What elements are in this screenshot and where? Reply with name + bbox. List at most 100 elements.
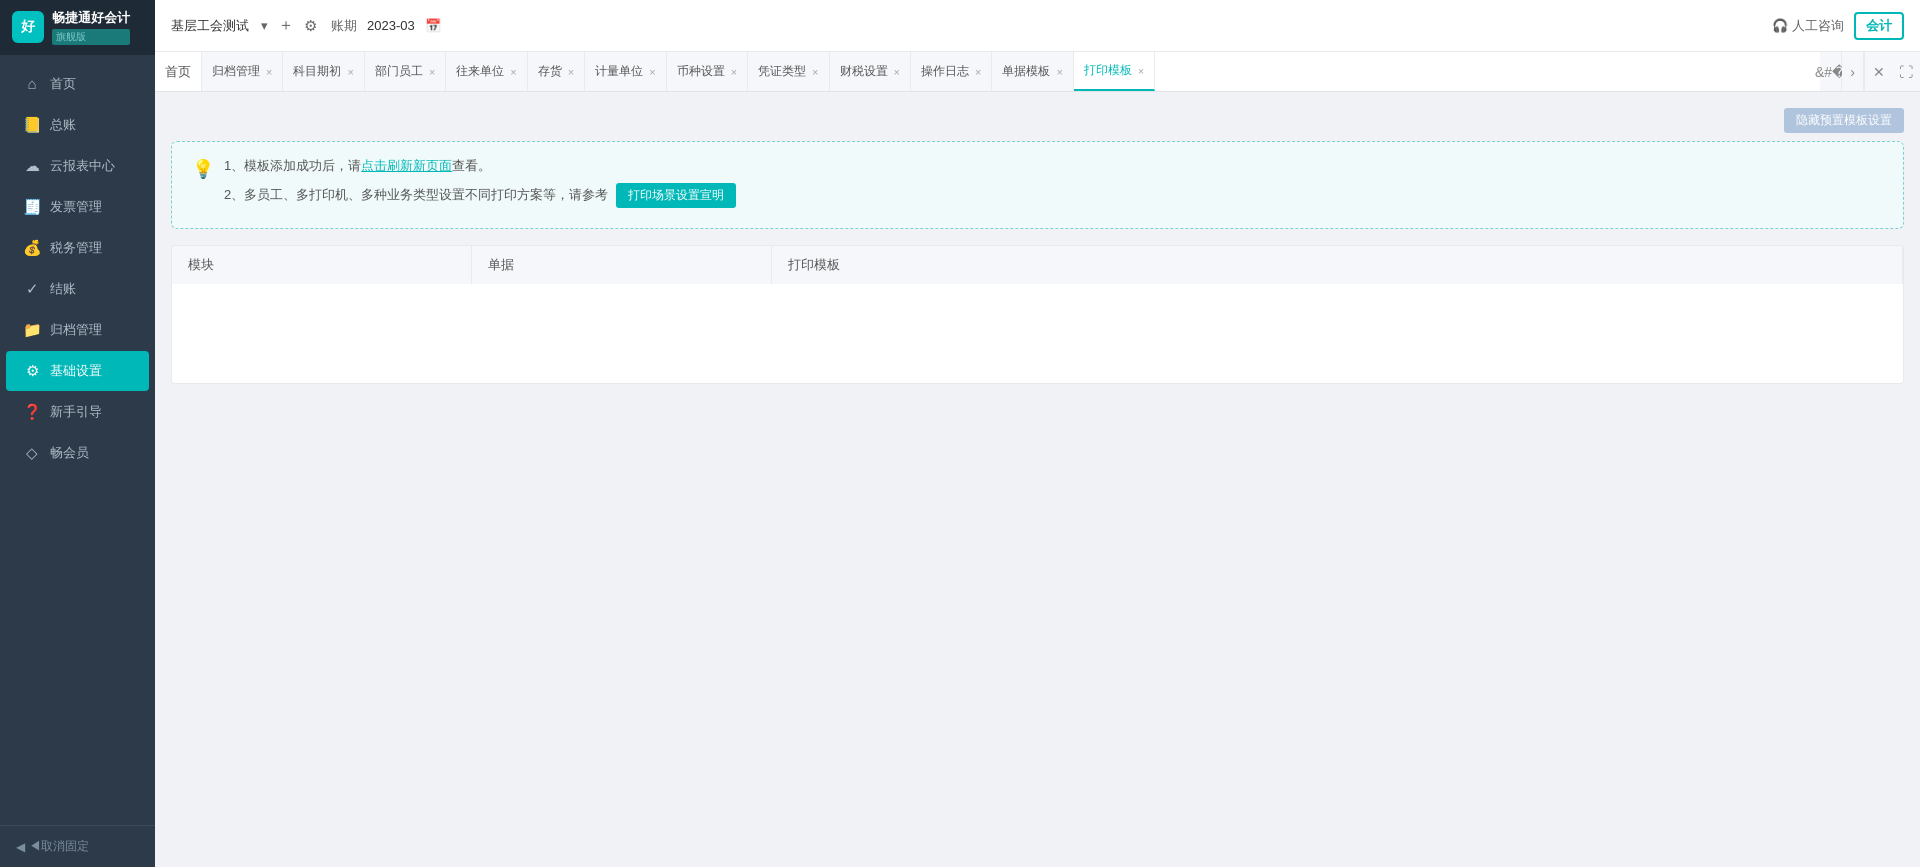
sidebar-item-archive[interactable]: 📁 归档管理 (6, 310, 149, 350)
table-col-voucher: 单据 (472, 246, 772, 284)
tabbar-right: &#� › ✕ ⛶ (1820, 52, 1920, 91)
sidebar: 好 畅捷通好会计 旗舰版 ⌂ 首页 📒 总账 ☁ 云报表中心 🧾 发票管理 💰 … (0, 0, 155, 867)
archive-icon: 📁 (22, 320, 42, 340)
sidebar-item-ledger[interactable]: 📒 总账 (6, 105, 149, 145)
sidebar-item-close[interactable]: ✓ 结账 (6, 269, 149, 309)
invoice-icon: 🧾 (22, 197, 42, 217)
tab-op-log-close[interactable]: × (975, 66, 981, 78)
close-period-icon: ✓ (22, 279, 42, 299)
table-col-print-template: 打印模板 (772, 246, 1903, 284)
tab-partners-label: 往来单位 (456, 63, 504, 80)
tax-icon: 💰 (22, 238, 42, 258)
info-refresh-link[interactable]: 点击刷新新页面 (361, 158, 452, 173)
tab-dept[interactable]: 部门员工 × (365, 52, 446, 91)
home-icon: ⌂ (22, 74, 42, 94)
sidebar-item-member[interactable]: ◇ 畅会员 (6, 433, 149, 473)
info-line1-prefix: 1、模板添加成功后，请 (224, 158, 361, 173)
logo-sub: 旗舰版 (52, 29, 130, 45)
info-box: 💡 1、模板添加成功后，请点击刷新新页面查看。 2、多员工、多打印机、多种业务类… (171, 141, 1904, 229)
service-link[interactable]: 🎧 人工咨询 (1772, 17, 1844, 35)
tab-subjects[interactable]: 科目期初 × (283, 52, 364, 91)
sidebar-label-invoice: 发票管理 (50, 198, 102, 216)
tabbar-fullscreen-btn[interactable]: ⛶ (1892, 52, 1920, 91)
period-label: 账期 (331, 17, 357, 35)
tab-tax-settings[interactable]: 财税设置 × (830, 52, 911, 91)
table-col-module: 模块 (172, 246, 472, 284)
sidebar-item-settings[interactable]: ⚙ 基础设置 (6, 351, 149, 391)
kuaiji-button[interactable]: 会计 (1854, 12, 1904, 40)
tab-voucher-type[interactable]: 凭证类型 × (748, 52, 829, 91)
sidebar-item-guide[interactable]: ❓ 新手引导 (6, 392, 149, 432)
tabbar-prev-btn[interactable]: &#� (1820, 52, 1842, 91)
tab-op-log[interactable]: 操作日志 × (911, 52, 992, 91)
tab-unit-close[interactable]: × (649, 66, 655, 78)
hide-preview-button[interactable]: 隐藏预置模板设置 (1784, 108, 1904, 133)
tabbar: 首页 归档管理 × 科目期初 × 部门员工 × 往来单位 × 存货 × 计量单位… (155, 52, 1920, 92)
add-tab-icon[interactable]: ＋ (278, 15, 294, 36)
headset-icon: 🎧 (1772, 18, 1788, 33)
tab-print-template[interactable]: 打印模板 × (1074, 52, 1155, 91)
sidebar-footer-label: ◀取消固定 (29, 838, 89, 855)
org-dropdown-icon[interactable]: ▾ (261, 18, 268, 33)
tab-voucher-type-label: 凭证类型 (758, 63, 806, 80)
calendar-icon[interactable]: 📅 (425, 18, 441, 33)
tab-archive[interactable]: 归档管理 × (202, 52, 283, 91)
tab-home-label: 首页 (165, 63, 191, 81)
main-area: 基层工会测试 ▾ ＋ ⚙ 账期 2023-03 📅 🎧 人工咨询 会计 首页 归… (155, 0, 1920, 867)
sidebar-item-home[interactable]: ⌂ 首页 (6, 64, 149, 104)
tabbar-close-all-btn[interactable]: ✕ (1864, 52, 1892, 91)
tab-subjects-close[interactable]: × (347, 66, 353, 78)
sidebar-item-reports[interactable]: ☁ 云报表中心 (6, 146, 149, 186)
tab-partners-close[interactable]: × (510, 66, 516, 78)
tab-dept-label: 部门员工 (375, 63, 423, 80)
org-name: 基层工会测试 (171, 17, 249, 35)
info-line1-suffix: 查看。 (452, 158, 491, 173)
tab-currency[interactable]: 币种设置 × (667, 52, 748, 91)
tab-print-template-close[interactable]: × (1138, 65, 1144, 77)
tab-subjects-label: 科目期初 (293, 63, 341, 80)
sidebar-label-home: 首页 (50, 75, 76, 93)
topbar-gear-icon[interactable]: ⚙ (304, 17, 317, 35)
sidebar-footer-unpin[interactable]: ◀ ◀取消固定 (0, 825, 155, 867)
bulb-icon: 💡 (192, 158, 214, 180)
tab-unit[interactable]: 计量单位 × (585, 52, 666, 91)
service-label: 人工咨询 (1792, 17, 1844, 35)
tab-inventory-label: 存货 (538, 63, 562, 80)
info-line2-prefix: 2、多员工、多打印机、多种业务类型设置不同打印方案等，请参考 (224, 187, 608, 202)
tab-inventory-close[interactable]: × (568, 66, 574, 78)
tab-inventory[interactable]: 存货 × (528, 52, 585, 91)
sidebar-item-tax[interactable]: 💰 税务管理 (6, 228, 149, 268)
topbar: 基层工会测试 ▾ ＋ ⚙ 账期 2023-03 📅 🎧 人工咨询 会计 (155, 0, 1920, 52)
tab-archive-label: 归档管理 (212, 63, 260, 80)
unpin-icon: ◀ (16, 840, 25, 854)
tabbar-next-btn[interactable]: › (1842, 52, 1864, 91)
sidebar-label-settings: 基础设置 (50, 362, 102, 380)
tab-home[interactable]: 首页 (155, 52, 202, 91)
tab-op-log-label: 操作日志 (921, 63, 969, 80)
tab-single-template-label: 单据模板 (1002, 63, 1050, 80)
tab-single-template-close[interactable]: × (1056, 66, 1062, 78)
logo-title: 畅捷通好会计 (52, 10, 130, 27)
guide-icon: ❓ (22, 402, 42, 422)
sidebar-label-tax: 税务管理 (50, 239, 102, 257)
sidebar-item-invoice[interactable]: 🧾 发票管理 (6, 187, 149, 227)
sidebar-nav: ⌂ 首页 📒 总账 ☁ 云报表中心 🧾 发票管理 💰 税务管理 ✓ 结账 📁 归… (0, 55, 155, 825)
member-icon: ◇ (22, 443, 42, 463)
tab-single-template[interactable]: 单据模板 × (992, 52, 1073, 91)
tab-currency-close[interactable]: × (731, 66, 737, 78)
tab-archive-close[interactable]: × (266, 66, 272, 78)
tab-tax-settings-close[interactable]: × (894, 66, 900, 78)
tab-print-template-label: 打印模板 (1084, 62, 1132, 79)
tab-partners[interactable]: 往来单位 × (446, 52, 527, 91)
table-header: 模块 单据 打印模板 (171, 245, 1904, 284)
settings-icon: ⚙ (22, 361, 42, 381)
tab-voucher-type-close[interactable]: × (812, 66, 818, 78)
cloud-icon: ☁ (22, 156, 42, 176)
ledger-icon: 📒 (22, 115, 42, 135)
tab-dept-close[interactable]: × (429, 66, 435, 78)
sidebar-label-close: 结账 (50, 280, 76, 298)
sidebar-label-guide: 新手引导 (50, 403, 102, 421)
logo-text: 畅捷通好会计 旗舰版 (52, 10, 130, 45)
print-scene-btn[interactable]: 打印场景设置宣明 (616, 183, 736, 208)
logo-icon: 好 (12, 11, 44, 43)
